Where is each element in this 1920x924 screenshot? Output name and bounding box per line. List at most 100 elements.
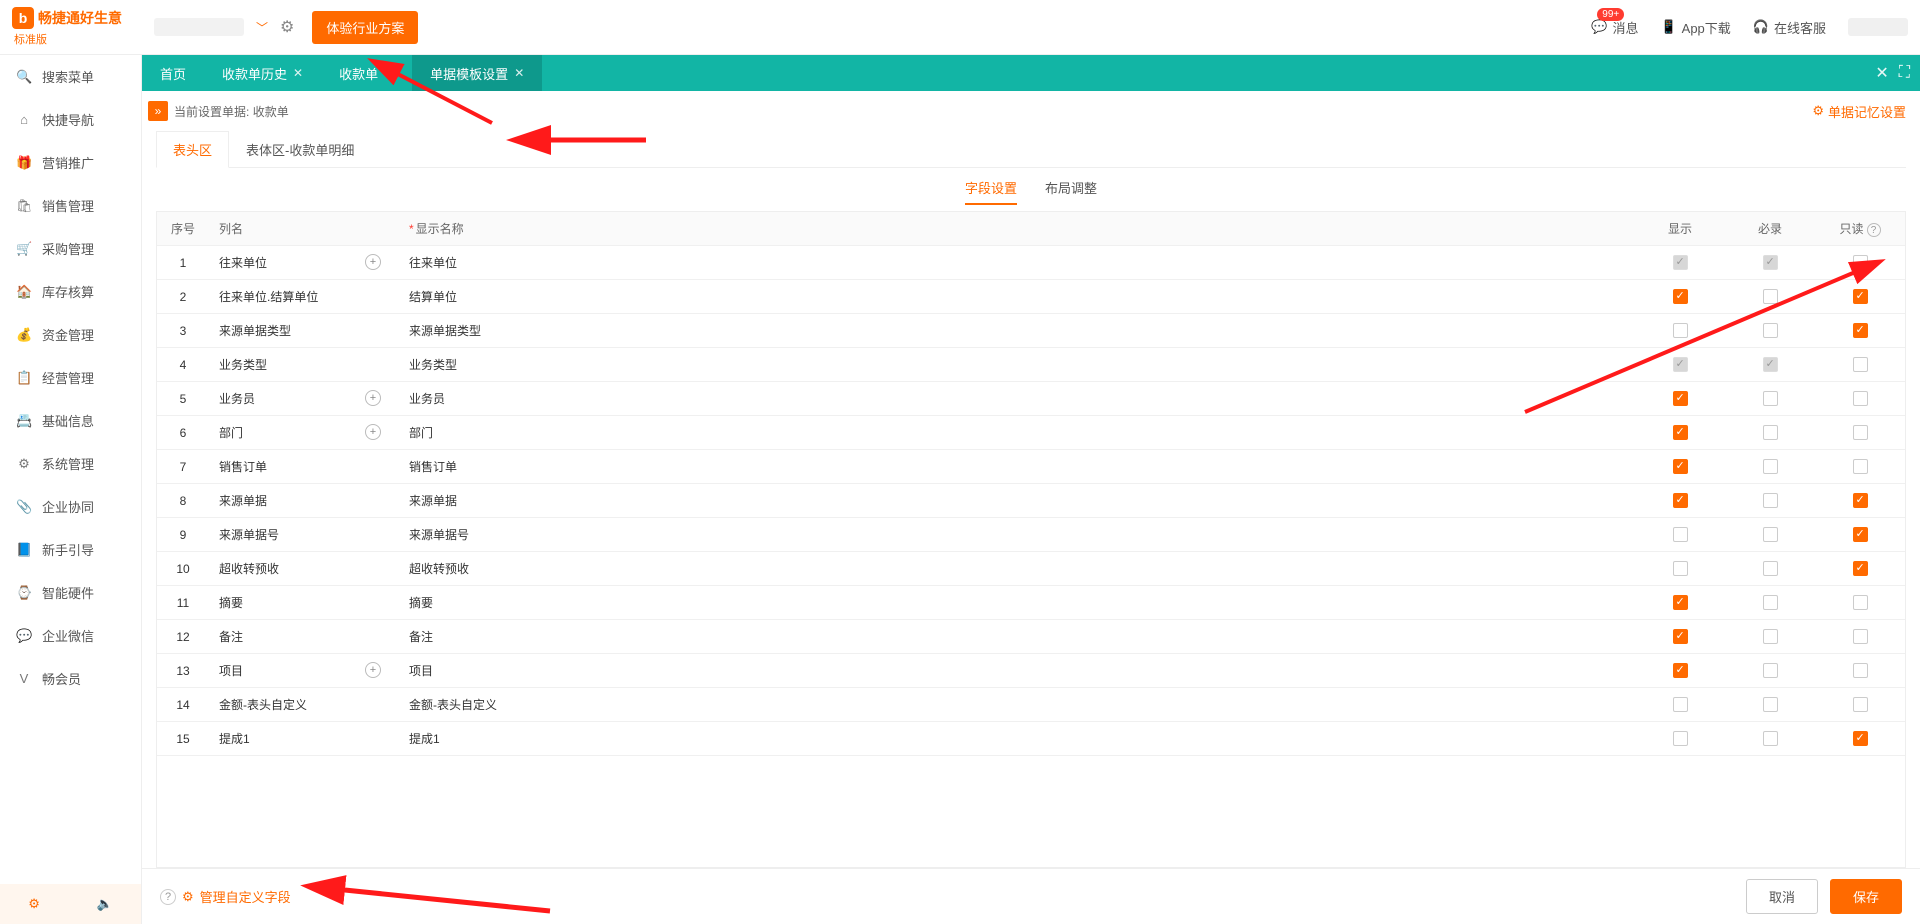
area-tab[interactable]: 表头区 bbox=[156, 131, 229, 168]
close-all-button[interactable]: ✕ bbox=[1875, 63, 1888, 83]
help-icon[interactable]: ? bbox=[1867, 223, 1881, 237]
collapse-toggle[interactable]: » bbox=[148, 101, 168, 121]
checkbox[interactable] bbox=[1853, 425, 1868, 440]
cell-display[interactable]: 来源单据类型 bbox=[399, 314, 1635, 348]
experience-plan-button[interactable]: 体验行业方案 bbox=[312, 11, 418, 44]
messages-button[interactable]: 💬 消息 99+ bbox=[1591, 18, 1638, 37]
checkbox[interactable] bbox=[1853, 561, 1868, 576]
checkbox[interactable] bbox=[1763, 731, 1778, 746]
checkbox[interactable] bbox=[1853, 595, 1868, 610]
checkbox[interactable] bbox=[1763, 527, 1778, 542]
checkbox[interactable] bbox=[1763, 289, 1778, 304]
checkbox[interactable] bbox=[1853, 255, 1868, 270]
tab-单据模板设置[interactable]: 单据模板设置✕ bbox=[412, 55, 542, 91]
checkbox[interactable] bbox=[1853, 527, 1868, 542]
checkbox[interactable] bbox=[1673, 663, 1688, 678]
sidebar-item-member[interactable]: V畅会员 bbox=[0, 657, 141, 700]
checkbox[interactable] bbox=[1853, 731, 1868, 746]
checkbox[interactable] bbox=[1673, 527, 1688, 542]
checkbox[interactable] bbox=[1763, 629, 1778, 644]
checkbox[interactable] bbox=[1763, 561, 1778, 576]
cell-display[interactable]: 来源单据号 bbox=[399, 518, 1635, 552]
area-tab[interactable]: 表体区-收款单明细 bbox=[229, 131, 371, 167]
add-icon[interactable]: + bbox=[365, 424, 381, 440]
center-tab[interactable]: 布局调整 bbox=[1045, 178, 1097, 205]
cell-display[interactable]: 备注 bbox=[399, 620, 1635, 654]
checkbox[interactable] bbox=[1673, 391, 1688, 406]
sidebar-item-inventory[interactable]: 🏠库存核算 bbox=[0, 270, 141, 313]
close-icon[interactable]: ✕ bbox=[293, 66, 303, 80]
sound-icon[interactable]: 🔈 bbox=[97, 896, 113, 912]
add-icon[interactable]: + bbox=[365, 254, 381, 270]
close-icon[interactable]: ✕ bbox=[384, 66, 394, 80]
sidebar-item-sales[interactable]: 🛍销售管理 bbox=[0, 184, 141, 227]
sidebar-item-quick-nav[interactable]: ⌂快捷导航 bbox=[0, 98, 141, 141]
user-avatar[interactable] bbox=[1848, 18, 1908, 36]
checkbox[interactable] bbox=[1673, 595, 1688, 610]
cell-display[interactable]: 提成1 bbox=[399, 722, 1635, 756]
checkbox[interactable] bbox=[1853, 459, 1868, 474]
checkbox[interactable] bbox=[1673, 493, 1688, 508]
checkbox[interactable] bbox=[1853, 323, 1868, 338]
memory-settings-link[interactable]: ⚙ 单据记忆设置 bbox=[1812, 102, 1906, 121]
sidebar-item-wechat[interactable]: 💬企业微信 bbox=[0, 614, 141, 657]
fullscreen-button[interactable]: ⛶ bbox=[1899, 64, 1910, 82]
cell-display[interactable]: 项目 bbox=[399, 654, 1635, 688]
checkbox[interactable] bbox=[1853, 357, 1868, 372]
checkbox[interactable] bbox=[1763, 391, 1778, 406]
sidebar-item-operations[interactable]: 📋经营管理 bbox=[0, 356, 141, 399]
checkbox[interactable] bbox=[1673, 731, 1688, 746]
cell-display[interactable]: 往来单位 bbox=[399, 246, 1635, 280]
cell-display[interactable]: 来源单据 bbox=[399, 484, 1635, 518]
settings-icon[interactable]: ⚙ bbox=[28, 896, 40, 912]
gear-icon[interactable]: ⚙ bbox=[280, 17, 294, 37]
checkbox[interactable] bbox=[1673, 289, 1688, 304]
checkbox[interactable] bbox=[1763, 493, 1778, 508]
checkbox[interactable] bbox=[1763, 425, 1778, 440]
cell-display[interactable]: 部门 bbox=[399, 416, 1635, 450]
cancel-button[interactable]: 取消 bbox=[1746, 879, 1818, 914]
add-icon[interactable]: + bbox=[365, 662, 381, 678]
tab-收款单[interactable]: 收款单✕ bbox=[321, 55, 412, 91]
close-icon[interactable]: ✕ bbox=[514, 66, 524, 80]
checkbox[interactable] bbox=[1673, 323, 1688, 338]
checkbox[interactable] bbox=[1853, 493, 1868, 508]
sidebar-item-funds[interactable]: 💰资金管理 bbox=[0, 313, 141, 356]
cell-display[interactable]: 业务类型 bbox=[399, 348, 1635, 382]
checkbox[interactable] bbox=[1853, 663, 1868, 678]
cell-display[interactable]: 销售订单 bbox=[399, 450, 1635, 484]
cell-display[interactable]: 金额-表头自定义 bbox=[399, 688, 1635, 722]
checkbox[interactable] bbox=[1763, 663, 1778, 678]
checkbox[interactable] bbox=[1673, 697, 1688, 712]
checkbox[interactable] bbox=[1673, 425, 1688, 440]
checkbox[interactable] bbox=[1673, 561, 1688, 576]
online-service-button[interactable]: 🎧 在线客服 bbox=[1753, 18, 1826, 37]
cell-display[interactable]: 超收转预收 bbox=[399, 552, 1635, 586]
checkbox[interactable] bbox=[1763, 459, 1778, 474]
tab-收款单历史[interactable]: 收款单历史✕ bbox=[204, 55, 321, 91]
checkbox[interactable] bbox=[1763, 697, 1778, 712]
sidebar-item-guide[interactable]: 📘新手引导 bbox=[0, 528, 141, 571]
checkbox[interactable] bbox=[1673, 459, 1688, 474]
sidebar-item-collab[interactable]: 📎企业协同 bbox=[0, 485, 141, 528]
sidebar-item-marketing[interactable]: 🎁营销推广 bbox=[0, 141, 141, 184]
checkbox[interactable] bbox=[1853, 697, 1868, 712]
checkbox[interactable] bbox=[1673, 629, 1688, 644]
checkbox[interactable] bbox=[1763, 323, 1778, 338]
sidebar-item-basic-info[interactable]: 📇基础信息 bbox=[0, 399, 141, 442]
add-icon[interactable]: + bbox=[365, 390, 381, 406]
checkbox[interactable] bbox=[1853, 289, 1868, 304]
cell-display[interactable]: 结算单位 bbox=[399, 280, 1635, 314]
checkbox[interactable] bbox=[1853, 629, 1868, 644]
cell-display[interactable]: 摘要 bbox=[399, 586, 1635, 620]
sidebar-item-search-menu[interactable]: 🔍搜索菜单 bbox=[0, 55, 141, 98]
sidebar-item-purchase[interactable]: 🛒采购管理 bbox=[0, 227, 141, 270]
app-download-button[interactable]: 📱 App下载 bbox=[1660, 18, 1730, 37]
checkbox[interactable] bbox=[1763, 595, 1778, 610]
checkbox[interactable] bbox=[1853, 391, 1868, 406]
cell-display[interactable]: 业务员 bbox=[399, 382, 1635, 416]
company-selector[interactable]: ﹀ ⚙ bbox=[154, 17, 294, 37]
sidebar-item-system[interactable]: ⚙系统管理 bbox=[0, 442, 141, 485]
tab-首页[interactable]: 首页 bbox=[142, 55, 204, 91]
center-tab[interactable]: 字段设置 bbox=[965, 178, 1017, 205]
